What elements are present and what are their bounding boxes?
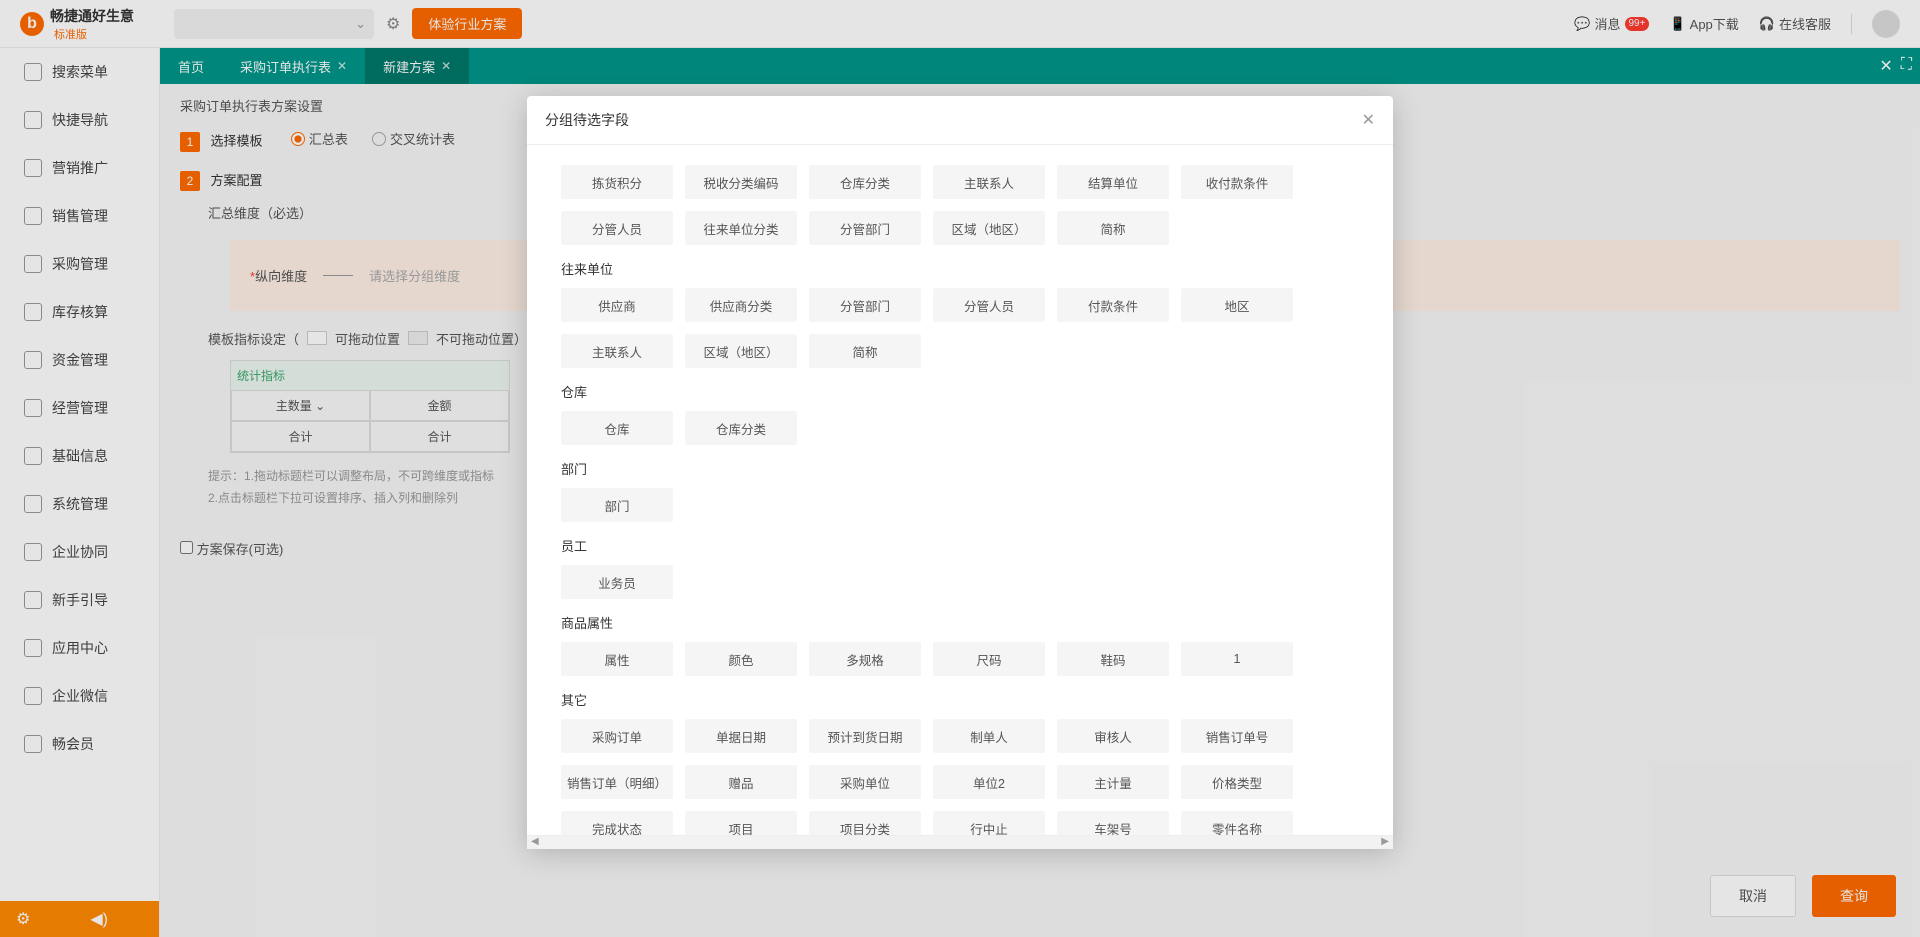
field-group: 其它采购订单单据日期预计到货日期制单人审核人销售订单号销售订单（明细） 赠品采购单…	[561, 690, 1369, 835]
field-chip[interactable]: 结算单位	[1057, 165, 1169, 199]
chip-row: 业务员	[561, 565, 1369, 599]
field-chip[interactable]: 价格类型	[1181, 765, 1293, 799]
field-chip[interactable]: 采购订单	[561, 719, 673, 753]
field-chip[interactable]: 审核人	[1057, 719, 1169, 753]
chip-row: 属性颜色多规格尺码鞋码 1	[561, 642, 1369, 676]
field-chip[interactable]: 销售订单（明细）	[561, 765, 673, 799]
field-chip[interactable]: 主联系人	[933, 165, 1045, 199]
field-chip[interactable]: 项目	[685, 811, 797, 835]
modal-header: 分组待选字段 ✕	[527, 96, 1393, 145]
modal-body[interactable]: 拣货积分税收分类编码仓库分类主联系人结算单位收付款条件分管人员往来单位分类分管部…	[527, 145, 1393, 835]
chip-row: 采购订单单据日期预计到货日期制单人审核人销售订单号销售订单（明细） 赠品采购单位单…	[561, 719, 1369, 835]
field-chip[interactable]: 区域（地区）	[685, 334, 797, 368]
field-chip[interactable]: 鞋码	[1057, 642, 1169, 676]
field-chip[interactable]: 属性	[561, 642, 673, 676]
field-group: 部门部门	[561, 459, 1369, 522]
field-chip[interactable]: 零件名称	[1181, 811, 1293, 835]
field-group: 商品属性属性颜色多规格尺码鞋码 1	[561, 613, 1369, 676]
field-chip[interactable]: 往来单位分类	[685, 211, 797, 245]
field-chip[interactable]: 分管人员	[561, 211, 673, 245]
modal-overlay: 分组待选字段 ✕ 拣货积分税收分类编码仓库分类主联系人结算单位收付款条件分管人员…	[0, 0, 1920, 937]
field-chip[interactable]: 区域（地区）	[933, 211, 1045, 245]
field-chip[interactable]: 完成状态	[561, 811, 673, 835]
group-title: 其它	[561, 690, 1369, 709]
group-title: 仓库	[561, 382, 1369, 401]
field-chip[interactable]: 采购单位	[809, 765, 921, 799]
field-chip[interactable]: 地区	[1181, 288, 1293, 322]
group-title: 商品属性	[561, 613, 1369, 632]
field-chip[interactable]: 主联系人	[561, 334, 673, 368]
field-chip[interactable]: 尺码	[933, 642, 1045, 676]
field-chip[interactable]: 车架号	[1057, 811, 1169, 835]
modal-title: 分组待选字段	[545, 110, 629, 130]
field-chip[interactable]: 多规格	[809, 642, 921, 676]
field-chip[interactable]: 供应商	[561, 288, 673, 322]
field-chip[interactable]: 销售订单号	[1181, 719, 1293, 753]
field-chip[interactable]: 单据日期	[685, 719, 797, 753]
field-chip[interactable]: 仓库分类	[809, 165, 921, 199]
field-chip[interactable]: 颜色	[685, 642, 797, 676]
field-chip[interactable]: 单位2	[933, 765, 1045, 799]
modal-scrollbar[interactable]	[527, 835, 1393, 849]
field-chip[interactable]: 赠品	[685, 765, 797, 799]
field-chip[interactable]: 主计量	[1057, 765, 1169, 799]
field-chip[interactable]: 付款条件	[1057, 288, 1169, 322]
chip-row: 供应商供应商分类分管部门分管人员付款条件地区主联系人区域（地区） 简称	[561, 288, 1369, 368]
field-group: 拣货积分税收分类编码仓库分类主联系人结算单位收付款条件分管人员往来单位分类分管部…	[561, 165, 1369, 245]
group-title: 往来单位	[561, 259, 1369, 278]
field-chip[interactable]: 项目分类	[809, 811, 921, 835]
field-chip[interactable]: 拣货积分	[561, 165, 673, 199]
field-chip[interactable]: 业务员	[561, 565, 673, 599]
field-chip[interactable]: 仓库	[561, 411, 673, 445]
group-title: 部门	[561, 459, 1369, 478]
field-chip[interactable]: 制单人	[933, 719, 1045, 753]
close-icon[interactable]: ✕	[1362, 110, 1375, 130]
field-chip[interactable]: 供应商分类	[685, 288, 797, 322]
field-chip[interactable]: 收付款条件	[1181, 165, 1293, 199]
group-title: 员工	[561, 536, 1369, 555]
field-chip[interactable]: 分管部门	[809, 288, 921, 322]
field-group: 仓库仓库仓库分类	[561, 382, 1369, 445]
field-chip[interactable]: 分管人员	[933, 288, 1045, 322]
field-chip[interactable]: 预计到货日期	[809, 719, 921, 753]
field-chip[interactable]: 部门	[561, 488, 673, 522]
field-chip[interactable]: 简称	[809, 334, 921, 368]
field-modal: 分组待选字段 ✕ 拣货积分税收分类编码仓库分类主联系人结算单位收付款条件分管人员…	[527, 96, 1393, 849]
field-chip[interactable]: 简称	[1057, 211, 1169, 245]
chip-row: 拣货积分税收分类编码仓库分类主联系人结算单位收付款条件分管人员往来单位分类分管部…	[561, 165, 1369, 245]
field-chip[interactable]: 仓库分类	[685, 411, 797, 445]
field-group: 往来单位供应商供应商分类分管部门分管人员付款条件地区主联系人区域（地区） 简称	[561, 259, 1369, 368]
field-chip[interactable]: 税收分类编码	[685, 165, 797, 199]
field-chip[interactable]: 行中止	[933, 811, 1045, 835]
field-chip[interactable]: 分管部门	[809, 211, 921, 245]
chip-row: 部门	[561, 488, 1369, 522]
chip-row: 仓库仓库分类	[561, 411, 1369, 445]
field-group: 员工业务员	[561, 536, 1369, 599]
field-chip[interactable]: 1	[1181, 642, 1293, 676]
